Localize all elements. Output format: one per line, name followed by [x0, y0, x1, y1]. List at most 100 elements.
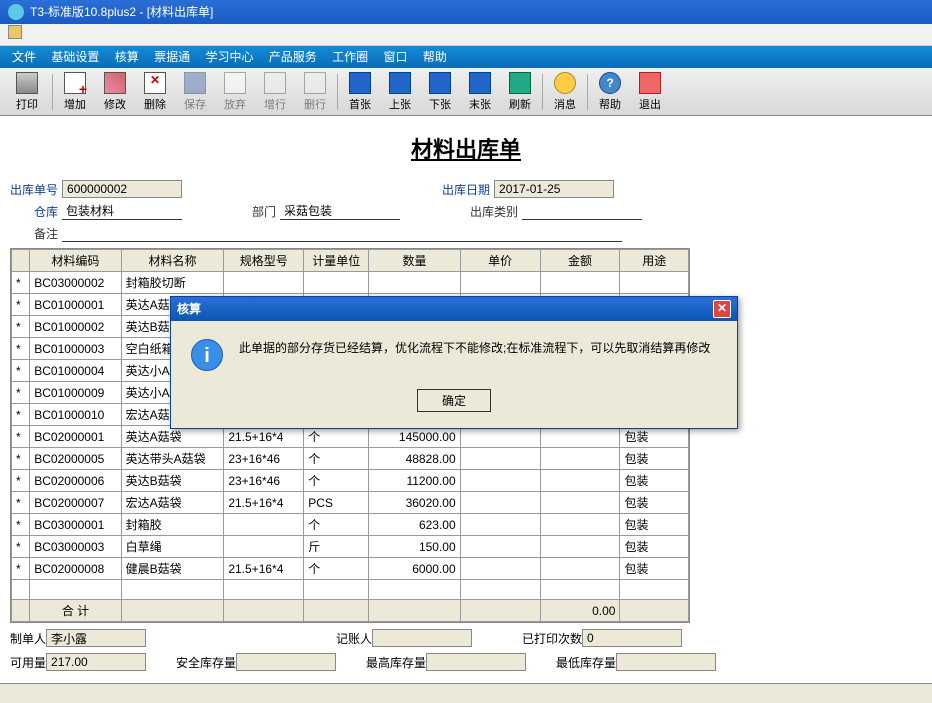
- avail-label: 可用量: [10, 654, 46, 671]
- last-button[interactable]: 末张: [460, 70, 500, 114]
- grid-header[interactable]: 用途: [620, 250, 689, 272]
- exit-button[interactable]: 退出: [630, 70, 670, 114]
- table-row[interactable]: *BC03000003白草绳斤150.00包装: [12, 536, 689, 558]
- statusbar: [0, 683, 932, 703]
- date-label: 出库日期: [442, 181, 490, 198]
- grid-header[interactable]: [12, 250, 30, 272]
- maker-field[interactable]: [46, 629, 146, 647]
- info-icon: i: [191, 339, 223, 371]
- mdi-subbar: [0, 24, 932, 46]
- maxstock-label: 最高库存量: [366, 654, 426, 671]
- outtype-field[interactable]: [522, 202, 642, 220]
- grid-header[interactable]: 数量: [369, 250, 460, 272]
- grid-header[interactable]: 金额: [540, 250, 620, 272]
- remark-field[interactable]: [62, 224, 622, 242]
- outtype-label: 出库类别: [470, 203, 518, 220]
- discard-icon: [224, 72, 246, 94]
- toolbar-separator: [587, 74, 588, 110]
- delrow-button: 删行: [295, 70, 335, 114]
- menubar: 文件 基础设置 核算 票据通 学习中心 产品服务 工作圈 窗口 帮助: [0, 46, 932, 68]
- restore-window-icon[interactable]: [8, 25, 22, 39]
- dept-field[interactable]: [280, 202, 400, 220]
- discard-button: 放弃: [215, 70, 255, 114]
- exit-icon: [639, 72, 661, 94]
- menu-workspace[interactable]: 工作圈: [332, 50, 368, 64]
- delete-button[interactable]: 删除: [135, 70, 175, 114]
- date-field[interactable]: [494, 180, 614, 198]
- addrow-icon: [264, 72, 286, 94]
- printcnt-field: [582, 629, 682, 647]
- table-row[interactable]: *BC03000002封箱胶切断: [12, 272, 689, 294]
- edit-icon: [104, 72, 126, 94]
- grid-header[interactable]: 单价: [460, 250, 540, 272]
- dept-label: 部门: [252, 203, 276, 220]
- refresh-icon: [509, 72, 531, 94]
- message-button[interactable]: 消息: [545, 70, 585, 114]
- help-icon: ?: [599, 72, 621, 94]
- table-row[interactable]: *BC02000005英达带头A菇袋23+16*46个48828.00包装: [12, 448, 689, 470]
- delete-icon: [144, 72, 166, 94]
- prev-button[interactable]: 上张: [380, 70, 420, 114]
- table-row[interactable]: [12, 580, 689, 600]
- remark-label: 备注: [34, 225, 58, 242]
- grid-header[interactable]: 材料编码: [30, 250, 121, 272]
- poster-field[interactable]: [372, 629, 472, 647]
- toolbar: 打印 增加 修改 删除 保存 放弃 增行 删行 首张 上张 下张 末张 刷新 消…: [0, 68, 932, 116]
- menu-basic[interactable]: 基础设置: [51, 50, 99, 64]
- app-logo-icon: [8, 4, 24, 20]
- dialog-message: 此单据的部分存货已经结算，优化流程下不能修改;在标准流程下，可以先取消结算再修改: [239, 339, 717, 357]
- print-icon: [16, 72, 38, 94]
- table-row[interactable]: *BC03000001封箱胶个623.00包装: [12, 514, 689, 536]
- sum-row: 合 计 0.00: [12, 600, 689, 622]
- toolbar-separator: [337, 74, 338, 110]
- orderno-field[interactable]: [62, 180, 182, 198]
- printcnt-label: 已打印次数: [522, 630, 582, 647]
- maxstock-field: [426, 653, 526, 671]
- addrow-button: 增行: [255, 70, 295, 114]
- grid-header[interactable]: 规格型号: [224, 250, 304, 272]
- alert-dialog: 核算 ✕ i 此单据的部分存货已经结算，优化流程下不能修改;在标准流程下，可以先…: [170, 296, 738, 429]
- menu-learn[interactable]: 学习中心: [205, 50, 253, 64]
- minstock-field: [616, 653, 716, 671]
- menu-product[interactable]: 产品服务: [269, 50, 317, 64]
- print-button[interactable]: 打印: [4, 70, 50, 114]
- toolbar-separator: [52, 74, 53, 110]
- close-icon[interactable]: ✕: [713, 300, 731, 318]
- dialog-titlebar: 核算 ✕: [171, 297, 737, 321]
- next-button[interactable]: 下张: [420, 70, 460, 114]
- message-icon: [554, 72, 576, 94]
- menu-account[interactable]: 核算: [115, 50, 139, 64]
- save-button: 保存: [175, 70, 215, 114]
- maker-label: 制单人: [10, 630, 46, 647]
- window-titlebar: T3-标准版10.8plus2 - [材料出库单]: [0, 0, 932, 24]
- save-icon: [184, 72, 206, 94]
- table-row[interactable]: *BC02000007宏达A菇袋21.5+16*4PCS36020.00包装: [12, 492, 689, 514]
- help-button[interactable]: ?帮助: [590, 70, 630, 114]
- add-icon: [64, 72, 86, 94]
- ok-button[interactable]: 确定: [417, 389, 491, 412]
- menu-file[interactable]: 文件: [12, 50, 36, 64]
- refresh-button[interactable]: 刷新: [500, 70, 540, 114]
- delrow-icon: [304, 72, 326, 94]
- warehouse-field[interactable]: [62, 202, 182, 220]
- avail-field: [46, 653, 146, 671]
- next-icon: [429, 72, 451, 94]
- safestock-field: [236, 653, 336, 671]
- menu-help[interactable]: 帮助: [423, 50, 447, 64]
- window-title: T3-标准版10.8plus2 - [材料出库单]: [30, 0, 213, 24]
- toolbar-separator: [542, 74, 543, 110]
- grid-header[interactable]: 计量单位: [304, 250, 369, 272]
- edit-button[interactable]: 修改: [95, 70, 135, 114]
- menu-bill[interactable]: 票据通: [154, 50, 190, 64]
- prev-icon: [389, 72, 411, 94]
- table-row[interactable]: *BC02000006英达B菇袋23+16*46个11200.00包装: [12, 470, 689, 492]
- footer-bar: 制单人 记账人 已打印次数 可用量 安全库存量 最高库存量 最低库存量: [0, 623, 932, 683]
- poster-label: 记账人: [336, 630, 372, 647]
- menu-window[interactable]: 窗口: [384, 50, 408, 64]
- dialog-title: 核算: [177, 297, 201, 321]
- first-button[interactable]: 首张: [340, 70, 380, 114]
- add-button[interactable]: 增加: [55, 70, 95, 114]
- grid-header[interactable]: 材料名称: [121, 250, 224, 272]
- minstock-label: 最低库存量: [556, 654, 616, 671]
- table-row[interactable]: *BC02000008健晨B菇袋21.5+16*4个6000.00包装: [12, 558, 689, 580]
